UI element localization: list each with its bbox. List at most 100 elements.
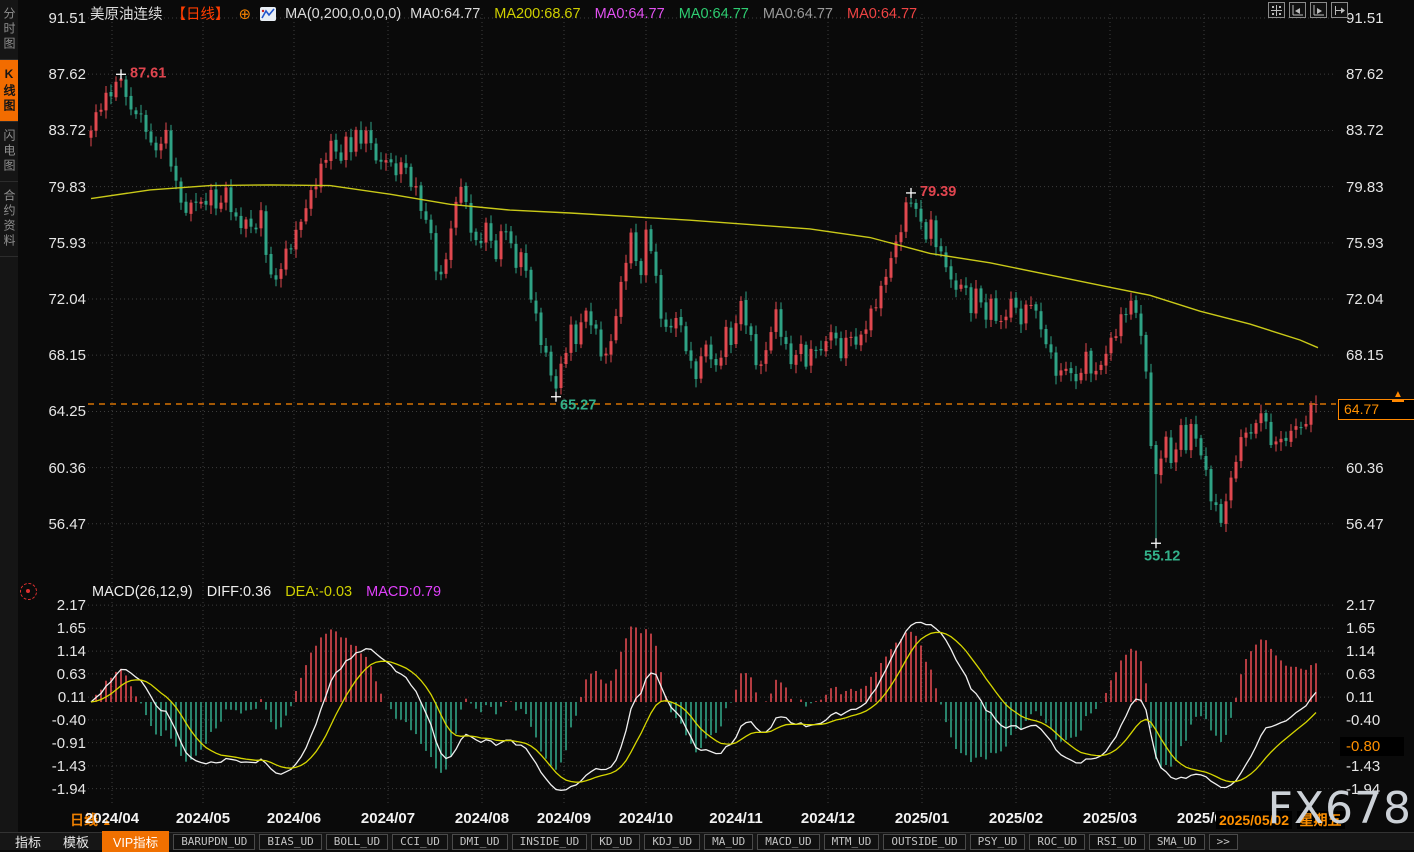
tab-roc-ud[interactable]: ROC_UD (1029, 834, 1085, 850)
macd-tick: 2.17 (30, 597, 86, 614)
macd-histogram (96, 627, 1316, 773)
period-label: 【日线】 (172, 3, 230, 24)
time-tick: 2024/07 (361, 810, 415, 827)
ma-value-3: MA0:64.77 (679, 6, 749, 22)
kline-mini-icon[interactable] (260, 7, 276, 21)
tab-sma-ud[interactable]: SMA_UD (1149, 834, 1205, 850)
tab-macd-ud[interactable]: MACD_UD (757, 834, 819, 850)
tab-kd-ud[interactable]: KD_UD (591, 834, 640, 850)
macd-dea-line (91, 632, 1316, 782)
price-tick: 75.93 (1346, 235, 1402, 252)
indicator-settings-icon[interactable] (20, 583, 37, 600)
pan-right-icon[interactable] (1331, 2, 1348, 18)
price-tick: 72.04 (30, 291, 86, 308)
tab-dmi-ud[interactable]: DMI_UD (452, 834, 508, 850)
price-tick: 83.72 (1346, 122, 1402, 139)
time-tick: 2024/04 (85, 810, 139, 827)
price-tick: 83.72 (30, 122, 86, 139)
macd-tick: 1.65 (1346, 620, 1402, 637)
indicator-tab-bar: 指标模板VIP指标BARUPDN_UDBIAS_UD BOLL_UDCCI_UDD… (0, 832, 1414, 850)
macd-tick: 1.65 (30, 620, 86, 637)
fx678-watermark: FX678 (1268, 786, 1412, 832)
current-price-tag: 64.77 (1338, 399, 1414, 420)
time-axis: 日线 ▲ 2025/05/02 星期五 2024/042024/052024/0… (0, 808, 1414, 832)
ma-formula: MA(0,200,0,0,0,0) (285, 6, 401, 22)
price-tick: 56.47 (30, 516, 86, 533)
time-tick: 2024/06 (267, 810, 321, 827)
macd-tick: -0.40 (1346, 712, 1402, 729)
tab-kdj-ud[interactable]: KDJ_UD (644, 834, 700, 850)
macd-tick: -1.94 (30, 781, 86, 798)
tab-rsi-ud[interactable]: RSI_UD (1089, 834, 1145, 850)
macd-value: MACD:0.79 (366, 584, 441, 600)
zoom-axis-in-icon[interactable] (1310, 2, 1327, 18)
ma200-line (91, 185, 1318, 348)
chart-toolbar (1268, 2, 1348, 18)
macd-tick: 0.11 (30, 689, 86, 706)
symbol-name: 美原油连续 (90, 3, 163, 24)
time-tick: 2024/11 (709, 810, 762, 827)
macd-tick: 0.11 (1346, 689, 1402, 706)
tab-template[interactable]: 模板 (54, 832, 98, 851)
time-tick: 2024/09 (537, 810, 591, 827)
tab-more[interactable]: >> (1209, 834, 1238, 850)
tab-vip-indicator[interactable]: VIP指标 (102, 831, 169, 852)
time-tick: 2025/03 (1083, 810, 1137, 827)
price-tick: 91.51 (1346, 10, 1402, 27)
price-annotation: 79.39 (920, 184, 956, 200)
ma-value-0: MA0:64.77 (410, 6, 480, 22)
tab-barupdn-ud[interactable]: BARUPDN_UD (173, 834, 255, 850)
tab-cci-ud[interactable]: CCI_UD (392, 834, 448, 850)
ma-value-5: MA0:64.77 (847, 6, 917, 22)
macd-current-tag: -0.80 (1340, 737, 1404, 756)
price-anchor-icon[interactable]: ▲ (1392, 390, 1404, 402)
price-tick: 72.04 (1346, 291, 1402, 308)
tab-inside-ud[interactable]: INSIDE_UD (512, 834, 588, 850)
ma-value-4: MA0:64.77 (763, 6, 833, 22)
price-tick: 64.25 (30, 403, 86, 420)
macd-tick: 1.14 (30, 643, 86, 660)
macd-header: MACD(26,12,9) DIFF:0.36 DEA:-0.03 MACD:0… (92, 584, 441, 600)
price-tick: 56.47 (1346, 516, 1402, 533)
ma-values: MA0:64.77MA200:68.67MA0:64.77MA0:64.77MA… (410, 6, 917, 22)
time-tick: 2025/01 (895, 810, 949, 827)
time-tick: 2024/05 (176, 810, 230, 827)
tab-psy-ud[interactable]: PSY_UD (970, 834, 1026, 850)
macd-tick: 2.17 (1346, 597, 1402, 614)
sidebar-item-kline-chart[interactable]: K线图 (0, 60, 18, 122)
macd-tick: 1.14 (1346, 643, 1402, 660)
add-indicator-icon[interactable]: ⊕ (239, 5, 252, 23)
macd-tick: -0.40 (30, 712, 86, 729)
tab-mtm-ud[interactable]: MTM_UD (824, 834, 880, 850)
price-tick: 87.62 (1346, 66, 1402, 83)
macd-tick: -0.91 (30, 735, 86, 752)
sidebar-item-contract-info[interactable]: 合约资料 (0, 182, 18, 257)
tab-bias-ud[interactable]: BIAS_UD (259, 834, 321, 850)
price-tick: 79.83 (30, 179, 86, 196)
sidebar-item-time-chart[interactable]: 分时图 (0, 0, 18, 60)
tab-boll-ud[interactable]: BOLL_UD (326, 834, 388, 850)
time-tick: 2024/08 (455, 810, 509, 827)
chart-canvas[interactable]: 87.6179.3965.2755.12 (0, 0, 1414, 850)
sidebar-item-flash-chart[interactable]: 闪电图 (0, 122, 18, 182)
sidebar: 分时图K线图闪电图合约资料 (0, 0, 18, 850)
price-tick: 75.93 (30, 235, 86, 252)
tab-indicator[interactable]: 指标 (6, 832, 50, 851)
time-tick: 2024/12 (801, 810, 855, 827)
tab-ma-ud[interactable]: MA_UD (704, 834, 753, 850)
macd-tick: -1.43 (1346, 758, 1402, 775)
zoom-axis-out-icon[interactable] (1289, 2, 1306, 18)
price-tick: 79.83 (1346, 179, 1402, 196)
macd-formula: MACD(26,12,9) (92, 584, 193, 600)
ma-value-2: MA0:64.77 (595, 6, 665, 22)
crosshair-move-icon[interactable] (1268, 2, 1285, 18)
macd-dea-value: DEA:-0.03 (285, 584, 352, 600)
tab-outside-ud[interactable]: OUTSIDE_UD (883, 834, 965, 850)
chart-title-bar: 美原油连续 【日线】 ⊕ MA(0,200,0,0,0,0) MA0:64.77… (90, 3, 917, 24)
price-annotation: 87.61 (130, 65, 166, 81)
macd-diff-line (91, 622, 1316, 790)
price-tick: 68.15 (1346, 347, 1402, 364)
time-tick: 2024/10 (619, 810, 673, 827)
price-tick: 68.15 (30, 347, 86, 364)
macd-diff-value: DIFF:0.36 (207, 584, 271, 600)
